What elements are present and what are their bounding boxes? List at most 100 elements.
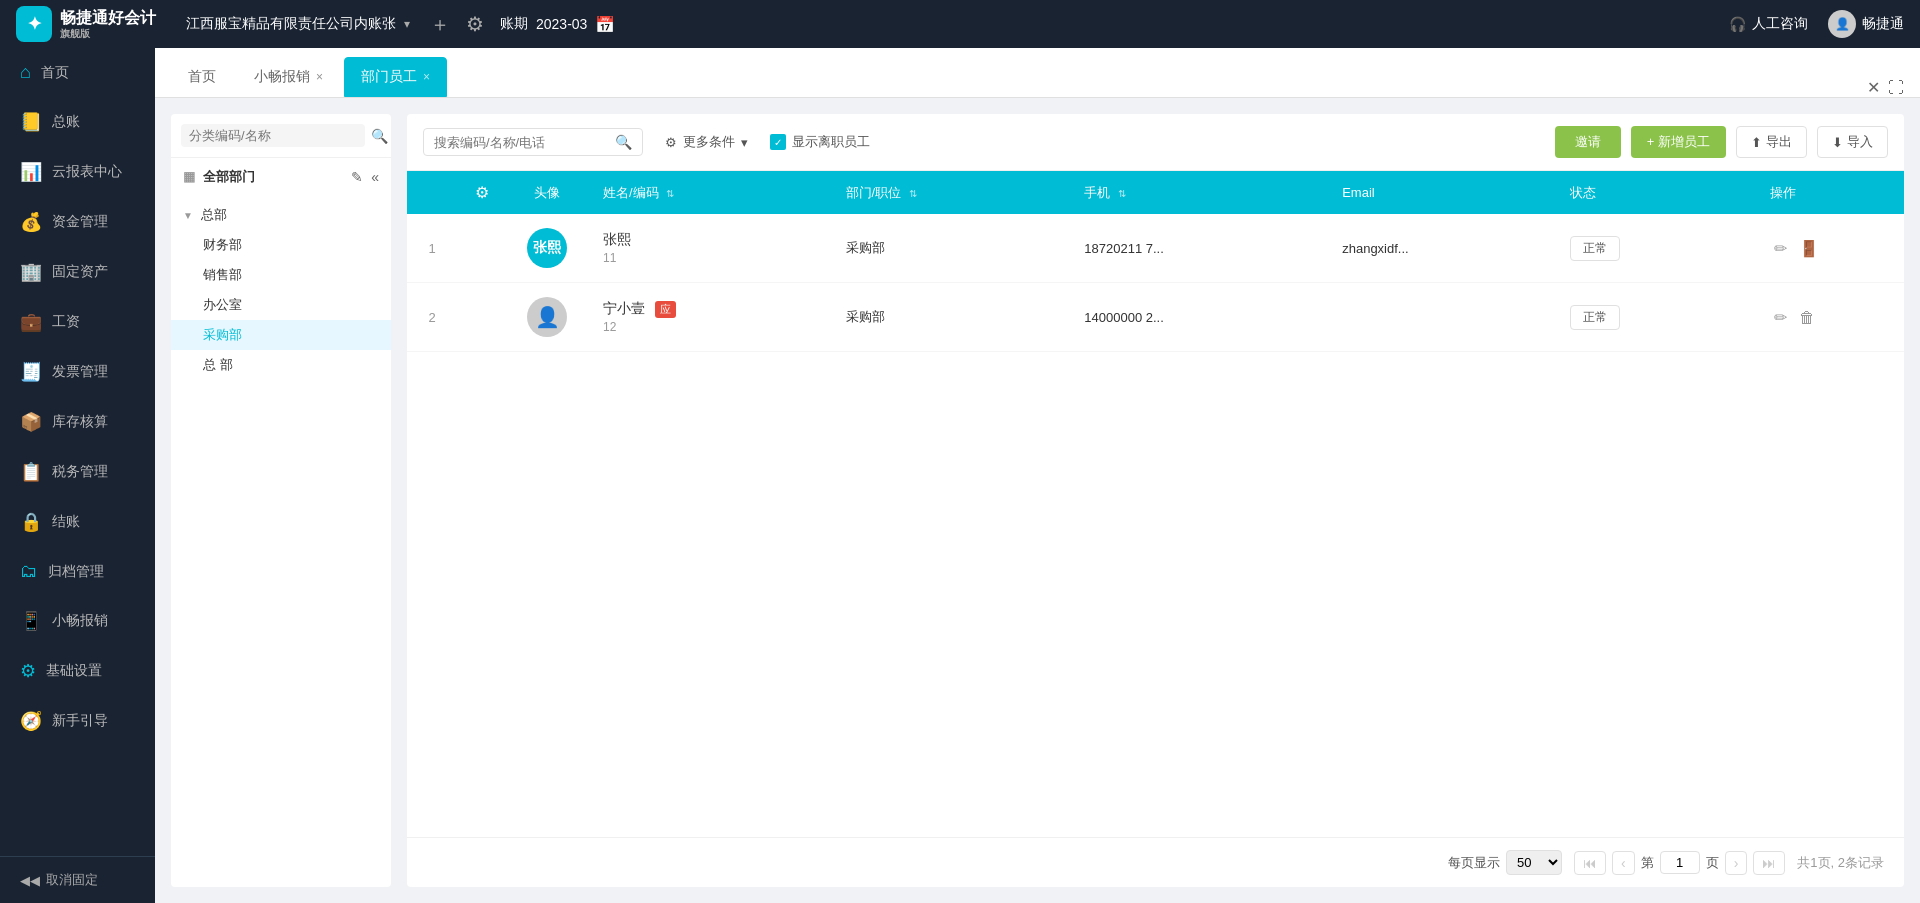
- capital-icon: 💰: [20, 211, 42, 233]
- export-button[interactable]: ⬆ 导出: [1736, 126, 1807, 158]
- dept-collapse-button[interactable]: «: [371, 169, 379, 185]
- sort-mobile-icon: ⇅: [1118, 188, 1126, 199]
- sidebar-item-xiaochang[interactable]: 📱 小畅报销: [0, 596, 155, 646]
- sidebar-item-home[interactable]: ⌂ 首页: [0, 48, 155, 97]
- accounting-period[interactable]: 账期 2023-03 📅: [500, 15, 615, 34]
- add-button[interactable]: ＋: [430, 11, 450, 38]
- cancel-pin-button[interactable]: ◀◀ 取消固定: [0, 856, 155, 903]
- dept-search-icon[interactable]: 🔍: [371, 128, 388, 144]
- sidebar-item-ledger[interactable]: 📒 总账: [0, 97, 155, 147]
- edit-employee-button[interactable]: ✏: [1774, 239, 1787, 258]
- page-number-input[interactable]: [1660, 851, 1700, 874]
- sort-dept-icon: ⇅: [909, 188, 917, 199]
- tab-close-button[interactable]: ✕: [1867, 78, 1880, 97]
- dept-node-purchase[interactable]: 采购部: [171, 320, 391, 350]
- content-area: 首页 小畅报销 × 部门员工 × ✕ ⛶ 🔍: [155, 48, 1920, 903]
- avatar: 张熙: [527, 228, 567, 268]
- page-no-label: 第: [1641, 854, 1654, 872]
- row-status-cell: 正常: [1554, 283, 1754, 352]
- col-actions: 操作: [1754, 171, 1904, 214]
- col-status: 状态: [1554, 171, 1754, 214]
- company-selector[interactable]: 江西服宝精品有限责任公司内账张 ▾: [186, 15, 410, 33]
- page-navigation: ⏮ ‹ 第 页 › ⏭: [1574, 851, 1785, 875]
- last-page-button[interactable]: ⏭: [1753, 851, 1785, 875]
- calendar-icon: 📅: [595, 15, 615, 34]
- col-settings[interactable]: ⚙: [457, 171, 507, 214]
- sidebar-label-assets: 固定资产: [52, 263, 108, 281]
- emp-search-input[interactable]: [434, 135, 609, 150]
- next-page-button[interactable]: ›: [1725, 851, 1748, 875]
- show-resigned-toggle[interactable]: ✓ 显示离职员工: [770, 133, 870, 151]
- sort-name-icon: ⇅: [666, 188, 674, 199]
- prev-page-button[interactable]: ‹: [1612, 851, 1635, 875]
- sidebar-item-salary[interactable]: 💼 工资: [0, 297, 155, 347]
- col-name-code[interactable]: 姓名/编码 ⇅: [587, 171, 830, 214]
- dept-node-sales[interactable]: 销售部: [171, 260, 391, 290]
- row-num: 1: [407, 214, 457, 283]
- dept-node-general[interactable]: 总 部: [171, 350, 391, 380]
- sidebar-label-tax: 税务管理: [52, 463, 108, 481]
- dept-node-root[interactable]: ▼ 总部: [171, 200, 391, 230]
- sidebar-item-guide[interactable]: 🧭 新手引导: [0, 696, 155, 746]
- sidebar-label-salary: 工资: [52, 313, 80, 331]
- employee-table: ⚙ 头像 姓名/编码 ⇅ 部门/职位 ⇅ 手机 ⇅: [407, 171, 1904, 837]
- settings-button[interactable]: ⚙: [466, 12, 484, 36]
- sidebar-item-checkout[interactable]: 🔒 结账: [0, 497, 155, 547]
- page-size-select[interactable]: 10 20 50 100: [1506, 850, 1562, 875]
- archive-icon: 🗂: [20, 561, 38, 582]
- row-status-cell: 正常: [1554, 214, 1754, 283]
- sidebar-label-ledger: 总账: [52, 113, 80, 131]
- logout-employee-button[interactable]: 🚪: [1799, 239, 1819, 258]
- sidebar-item-archive[interactable]: 🗂 归档管理: [0, 547, 155, 596]
- tab-dept-emp[interactable]: 部门员工 ×: [344, 57, 447, 97]
- sidebar-item-reports[interactable]: 📊 云报表中心: [0, 147, 155, 197]
- company-name: 江西服宝精品有限责任公司内账张: [186, 15, 396, 33]
- dept-tree: ▼ 总部 财务部 销售部 办公室: [171, 196, 391, 887]
- sidebar-label-invoice: 发票管理: [52, 363, 108, 381]
- user-menu[interactable]: 👤 畅捷通: [1828, 10, 1904, 38]
- row-actions-cell: ✏ 🗑: [1754, 283, 1904, 352]
- tab-expense-close-icon[interactable]: ×: [316, 70, 323, 84]
- tab-expense[interactable]: 小畅报销 ×: [237, 57, 340, 97]
- dept-node-office[interactable]: 办公室: [171, 290, 391, 320]
- sidebar-label-archive: 归档管理: [48, 563, 104, 581]
- emp-search-icon[interactable]: 🔍: [615, 134, 632, 150]
- sidebar-item-tax[interactable]: 📋 税务管理: [0, 447, 155, 497]
- topbar: ✦ 畅捷通好会计 旗舰版 江西服宝精品有限责任公司内账张 ▾ ＋ ⚙ 账期 20…: [0, 0, 1920, 48]
- sidebar-item-settings[interactable]: ⚙ 基础设置: [0, 646, 155, 696]
- sidebar-item-assets[interactable]: 🏢 固定资产: [0, 247, 155, 297]
- col-mobile[interactable]: 手机 ⇅: [1068, 171, 1326, 214]
- delete-employee-button[interactable]: 🗑: [1799, 309, 1815, 327]
- first-page-button[interactable]: ⏮: [1574, 851, 1606, 875]
- col-dept-position[interactable]: 部门/职位 ⇅: [830, 171, 1069, 214]
- sidebar-item-capital[interactable]: 💰 资金管理: [0, 197, 155, 247]
- invite-button[interactable]: 邀请: [1555, 126, 1621, 158]
- sidebar-item-invoice[interactable]: 🧾 发票管理: [0, 347, 155, 397]
- xiaochang-icon: 📱: [20, 610, 42, 632]
- more-filter-button[interactable]: ⚙ 更多条件 ▾: [655, 128, 758, 156]
- dept-node-finance[interactable]: 财务部: [171, 230, 391, 260]
- dept-edit-button[interactable]: ✎: [351, 169, 363, 185]
- import-button[interactable]: ⬇ 导入: [1817, 126, 1888, 158]
- tab-dept-emp-close-icon[interactable]: ×: [423, 70, 430, 84]
- guide-icon: 🧭: [20, 710, 42, 732]
- dept-node-root-label: 总部: [201, 206, 227, 224]
- row-dept-cell: 采购部: [830, 283, 1069, 352]
- add-employee-button[interactable]: + 新增员工: [1631, 126, 1726, 158]
- dept-all-label: ▦ 全部部门: [183, 168, 255, 186]
- col-num: [407, 171, 457, 214]
- edit-employee-button-2[interactable]: ✏: [1774, 308, 1787, 327]
- dept-search-input[interactable]: [181, 124, 365, 147]
- resigned-checkbox[interactable]: ✓: [770, 134, 786, 150]
- department-panel: 🔍 ▦ 全部部门 ✎ « ▼ 总部: [171, 114, 391, 887]
- export-icon: ⬆: [1751, 135, 1762, 150]
- row-actions-cell: ✏ 🚪: [1754, 214, 1904, 283]
- sidebar-item-inventory[interactable]: 📦 库存核算: [0, 397, 155, 447]
- support-link[interactable]: 🎧 人工咨询: [1729, 15, 1808, 33]
- table-settings-icon[interactable]: ⚙: [475, 184, 489, 201]
- tab-fullscreen-button[interactable]: ⛶: [1888, 79, 1904, 97]
- user-name: 畅捷通: [1862, 15, 1904, 33]
- emp-search-bar: 🔍: [423, 128, 643, 156]
- company-dropdown-icon: ▾: [404, 17, 410, 31]
- tab-home[interactable]: 首页: [171, 57, 233, 97]
